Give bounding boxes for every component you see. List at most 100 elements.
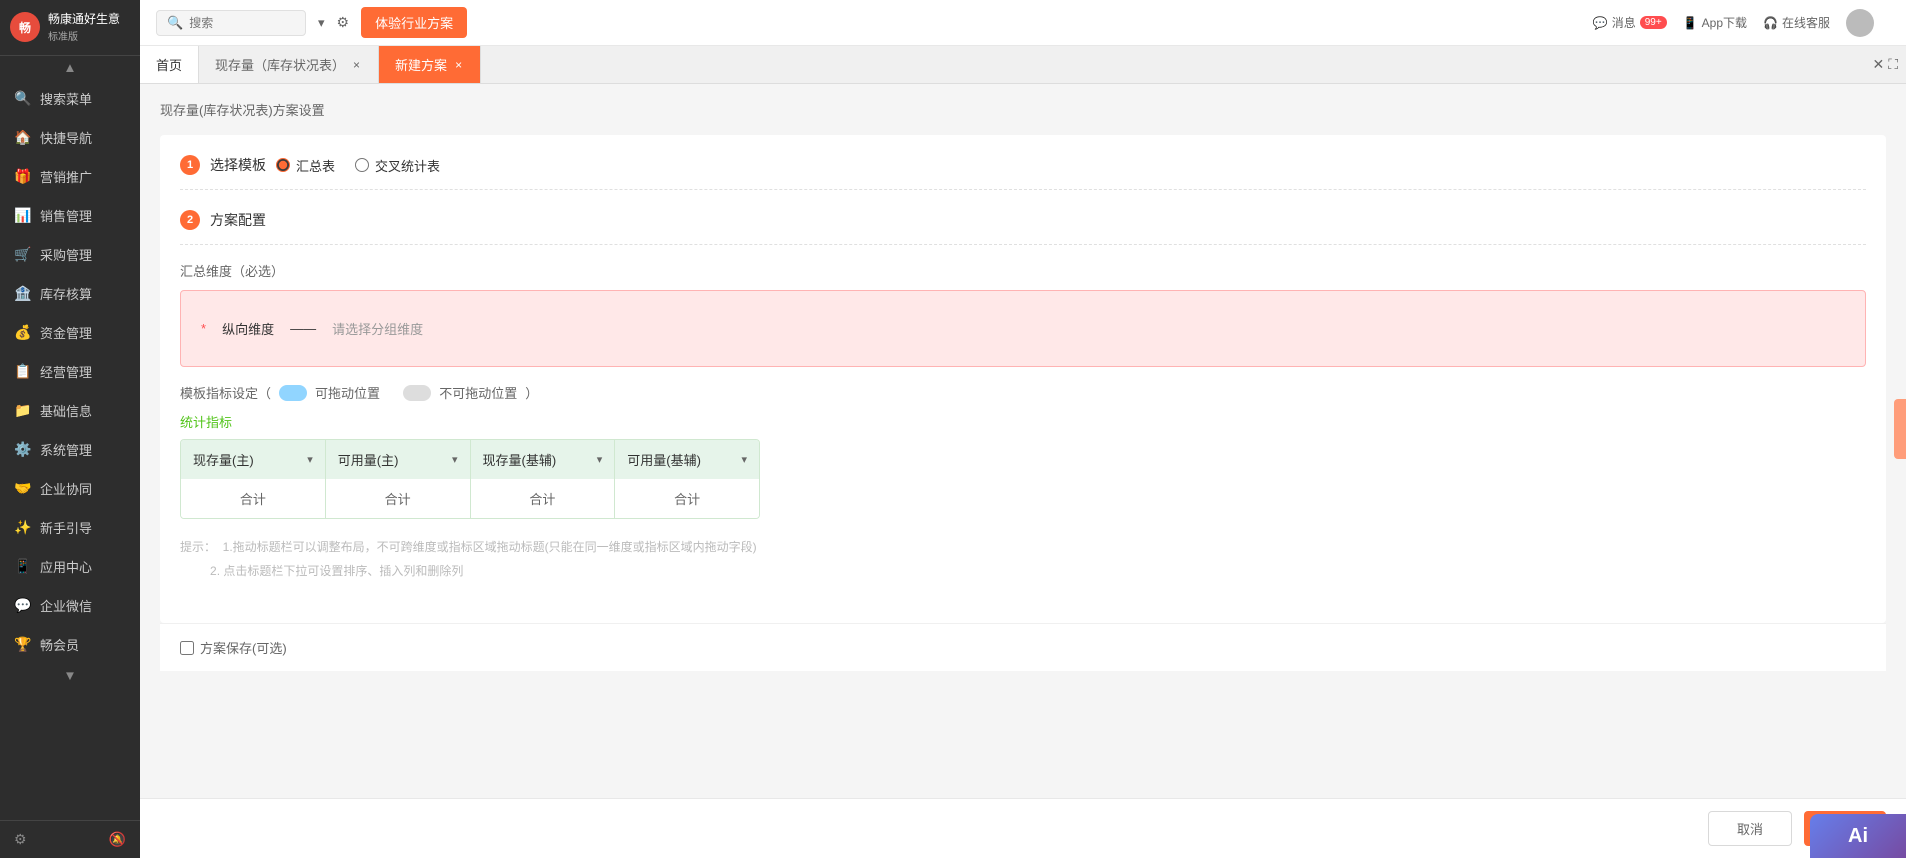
step1-divider	[180, 189, 1866, 190]
msg-label: 消息	[1612, 14, 1636, 31]
step1-title: 选择模板	[210, 155, 266, 175]
sidebar-item-marketing[interactable]: 🎁 营销推广	[0, 157, 140, 196]
mute-bottom-btn[interactable]: 🔕	[109, 831, 126, 848]
radio-summary-label: 汇总表	[296, 156, 335, 175]
sidebar-scroll-down[interactable]: ▼	[0, 664, 140, 687]
sidebar-item-search-menu[interactable]: 🔍 搜索菜单	[0, 79, 140, 118]
right-handle[interactable]	[1894, 399, 1906, 459]
sidebar-item-purchase-label: 采购管理	[40, 245, 92, 264]
topbar-service[interactable]: 🎧 在线客服	[1763, 14, 1830, 31]
radio-summary[interactable]: 汇总表	[276, 156, 335, 175]
radio-cross-input[interactable]	[355, 158, 369, 172]
stats-col-header-1-dropdown[interactable]: ▾	[452, 453, 458, 466]
topbar-gear-btn[interactable]: ⚙	[337, 14, 350, 31]
step2-badge: 2	[180, 210, 200, 230]
step1-section: 1 选择模板 汇总表 交叉统计表	[180, 155, 1866, 190]
step2-section: 2 方案配置 汇总维度（必选） * 纵向维度 —— 请选择分组维度 模板指标设定…	[180, 210, 1866, 583]
sidebar-item-basic-info[interactable]: 📁 基础信息	[0, 391, 140, 430]
fixed-label: 不可拖动位置	[439, 383, 517, 402]
tab-home[interactable]: 首页	[140, 46, 199, 83]
sidebar-item-contract-label: 企业协同	[40, 479, 92, 498]
tab-inventory-status-label: 现存量（库存状况表）	[215, 55, 345, 74]
sidebar-item-purchase[interactable]: 🛒 采购管理	[0, 235, 140, 274]
stats-col-header-0[interactable]: 现存量(主) ▾	[181, 440, 326, 479]
movable-badge	[279, 385, 307, 401]
stats-table-body: 合计 合计 合计 合计	[181, 479, 759, 518]
search-input[interactable]	[189, 16, 289, 30]
sidebar-item-quick-nav[interactable]: 🏠 快捷导航	[0, 118, 140, 157]
save-checkbox-label[interactable]: 方案保存(可选)	[180, 638, 1866, 657]
tabbar-expand-btn[interactable]: ⛶	[1888, 56, 1898, 73]
topbar-search-box[interactable]: 🔍	[156, 10, 306, 36]
sidebar-item-sales[interactable]: 📊 销售管理	[0, 196, 140, 235]
cancel-button[interactable]: 取消	[1708, 811, 1792, 846]
sidebar-item-operation[interactable]: 📋 经营管理	[0, 352, 140, 391]
stats-col-header-1[interactable]: 可用量(主) ▾	[326, 440, 471, 479]
template-radio-group: 汇总表 交叉统计表	[276, 156, 440, 175]
stats-col-header-3-dropdown[interactable]: ▾	[741, 453, 747, 466]
step1-header: 1 选择模板 汇总表 交叉统计表	[180, 155, 1866, 175]
tab-new-scheme-close-btn[interactable]: ×	[453, 58, 464, 72]
stats-section: 统计指标 现存量(主) ▾ 可用量(主) ▾	[180, 412, 1866, 519]
marketing-icon: 🎁	[14, 167, 32, 185]
step2-header: 2 方案配置	[180, 210, 1866, 230]
dimension-box[interactable]: * 纵向维度 —— 请选择分组维度	[180, 290, 1866, 367]
tip1: 提示： 1.拖动标题栏可以调整布局，不可跨维度或指标区域拖动标题(只能在同一维度…	[180, 535, 1866, 559]
sidebar-item-wechat[interactable]: 💬 企业微信	[0, 586, 140, 625]
service-label: 在线客服	[1782, 14, 1830, 31]
stats-col-header-0-dropdown[interactable]: ▾	[307, 453, 313, 466]
sidebar-item-inventory[interactable]: 🏦 库存核算	[0, 274, 140, 313]
sidebar-item-member[interactable]: 🏆 畅会员	[0, 625, 140, 664]
stats-col-header-0-label: 现存量(主)	[193, 450, 254, 469]
topbar-msg[interactable]: 💬 消息 99+	[1593, 14, 1667, 31]
stats-body-col-1: 合计	[326, 479, 471, 518]
radio-cross[interactable]: 交叉统计表	[355, 156, 440, 175]
radio-summary-input[interactable]	[276, 158, 290, 172]
dimension-vertical-label: 纵向维度	[222, 319, 274, 338]
page-title: 现存量(库存状况表)方案设置	[160, 100, 1886, 119]
main-area: 🔍 ▾ ⚙ 体验行业方案 💬 消息 99+ 📱 App下载 🎧 在线客服	[140, 0, 1906, 858]
basic-info-icon: 📁	[14, 401, 32, 419]
sidebar-item-app-center[interactable]: 📱 应用中心	[0, 547, 140, 586]
stats-col-header-3[interactable]: 可用量(基辅) ▾	[615, 440, 759, 479]
purchase-icon: 🛒	[14, 245, 32, 263]
sidebar-item-finance[interactable]: 💰 资金管理	[0, 313, 140, 352]
dimension-required-mark: *	[201, 321, 206, 336]
tab-inventory-close-btn[interactable]: ×	[351, 58, 362, 72]
tabbar-window-close-btn[interactable]: ✕	[1872, 56, 1884, 73]
tab-inventory-status[interactable]: 现存量（库存状况表） ×	[199, 46, 379, 83]
sidebar-item-wechat-label: 企业微信	[40, 596, 92, 615]
stats-col-header-2-label: 现存量(基辅)	[483, 450, 557, 469]
dimension-label: 汇总维度（必选）	[180, 261, 1866, 280]
dimension-placeholder[interactable]: 请选择分组维度	[332, 319, 423, 338]
app-icon: 📱	[1683, 16, 1698, 30]
app-label: App下载	[1702, 14, 1747, 31]
sidebar-item-contract[interactable]: 🤝 企业协同	[0, 469, 140, 508]
stats-table-header: 现存量(主) ▾ 可用量(主) ▾ 现存量(基辅) ▾	[181, 440, 759, 479]
sidebar-item-system[interactable]: ⚙️ 系统管理	[0, 430, 140, 469]
stats-col-header-2[interactable]: 现存量(基辅) ▾	[471, 440, 616, 479]
sidebar-item-basic-info-label: 基础信息	[40, 401, 92, 420]
trial-button[interactable]: 体验行业方案	[361, 7, 467, 38]
topbar-app-download[interactable]: 📱 App下载	[1683, 14, 1747, 31]
operation-icon: 📋	[14, 362, 32, 380]
ai-badge[interactable]: Ai	[1810, 814, 1906, 858]
service-icon: 🎧	[1763, 16, 1778, 30]
settings-bottom-btn[interactable]: ⚙	[14, 831, 27, 848]
topbar-dropdown-btn[interactable]: ▾	[318, 15, 325, 31]
step1-badge: 1	[180, 155, 200, 175]
member-icon: 🏆	[14, 635, 32, 653]
logo-text: 畅康通好生意	[48, 12, 120, 28]
sidebar-item-guide[interactable]: ✨ 新手引导	[0, 508, 140, 547]
save-checkbox[interactable]	[180, 641, 194, 655]
avatar	[1846, 9, 1874, 37]
msg-icon: 💬	[1593, 16, 1608, 30]
stats-col-header-2-dropdown[interactable]: ▾	[597, 453, 603, 466]
stats-body-col-0: 合计	[181, 479, 326, 518]
tab-new-scheme[interactable]: 新建方案 ×	[379, 46, 481, 83]
stats-table: 现存量(主) ▾ 可用量(主) ▾ 现存量(基辅) ▾	[180, 439, 760, 519]
sidebar-scroll-up[interactable]: ▲	[0, 56, 140, 79]
radio-cross-label: 交叉统计表	[375, 156, 440, 175]
msg-badge: 99+	[1640, 16, 1667, 29]
finance-icon: 💰	[14, 323, 32, 341]
